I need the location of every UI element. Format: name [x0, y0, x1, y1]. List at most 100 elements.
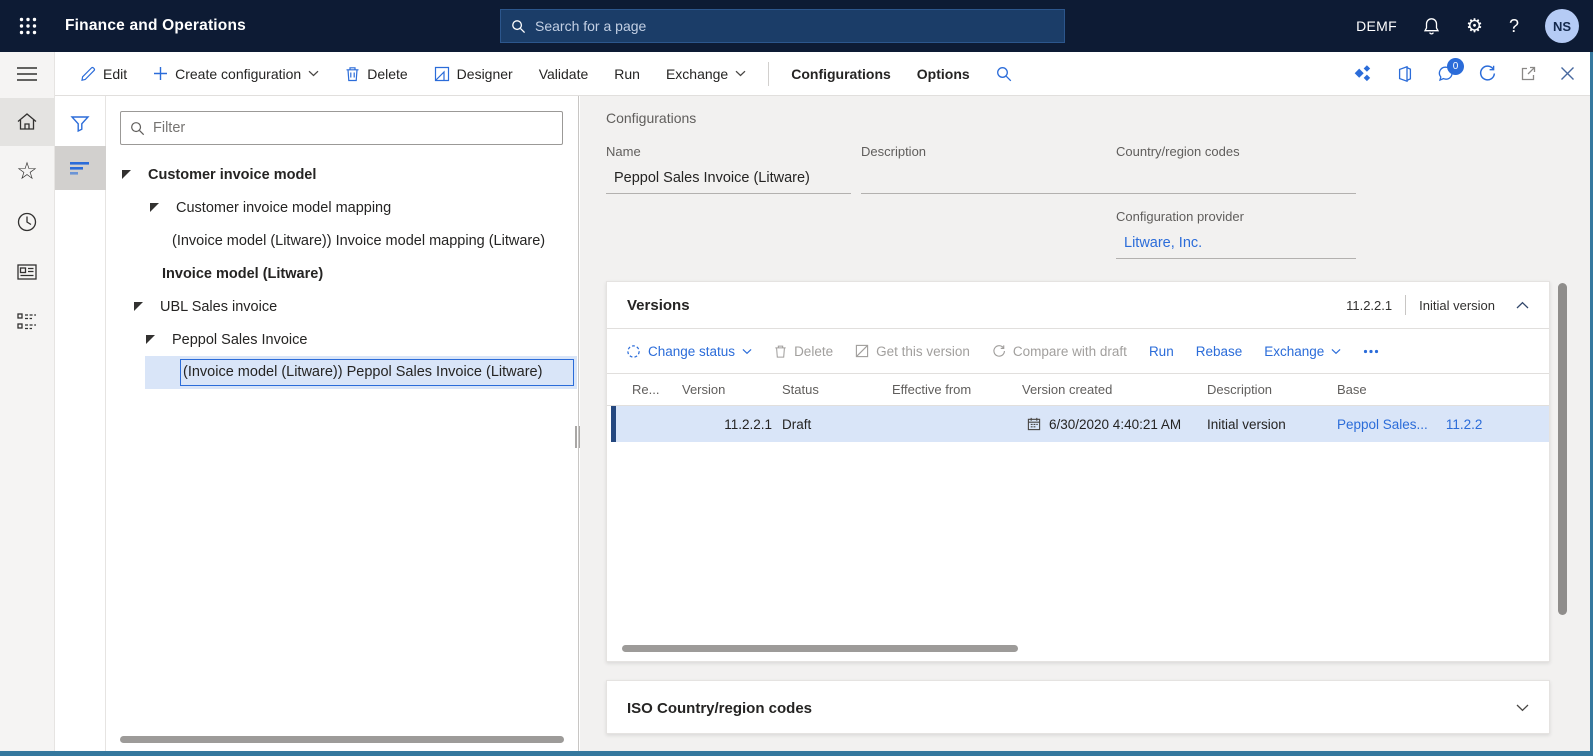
tree-item[interactable]: UBL Sales invoice [106, 290, 577, 323]
tab-options[interactable]: Options [904, 52, 983, 96]
exchange-menu-button[interactable]: Exchange [653, 52, 759, 96]
topbar-right-cluster: DEMF ⚙ ? NS [1356, 0, 1579, 52]
chevron-up-icon[interactable] [1516, 301, 1529, 309]
iso-section-header[interactable]: ISO Country/region codes [607, 681, 1549, 735]
tree-item[interactable]: Customer invoice model [106, 158, 577, 191]
page-vertical-scrollbar[interactable] [1558, 283, 1567, 615]
office-apps-icon[interactable] [1396, 65, 1414, 83]
tree-filter-input[interactable] [153, 120, 553, 136]
more-commands-icon[interactable] [1352, 329, 1390, 373]
messages-icon[interactable]: 0 [1437, 65, 1455, 83]
description-label: Description [861, 144, 1126, 159]
edit-box-icon [855, 344, 869, 358]
chevron-down-icon [735, 70, 746, 77]
tree-item-selected[interactable]: (Invoice model (Litware)) Peppol Sales I… [145, 356, 577, 389]
nav-home-icon[interactable] [0, 98, 55, 146]
app-window: Finance and Operations DEMF ⚙ ? NS [0, 0, 1593, 756]
versions-selected-status: Initial version [1419, 298, 1495, 313]
edit-button[interactable]: Edit [67, 52, 140, 96]
tree-expander-icon[interactable] [146, 335, 155, 344]
actionbar-search-icon[interactable] [983, 52, 1025, 96]
versions-grid-horizontal-scrollbar[interactable] [622, 645, 1018, 652]
column-header[interactable]: Version [682, 382, 782, 397]
calendar-icon[interactable] [1027, 417, 1041, 431]
configuration-provider-link[interactable]: Litware, Inc. [1116, 233, 1356, 259]
delete-button[interactable]: Delete [332, 52, 420, 96]
window-edge-bottom [0, 751, 1593, 756]
versions-header[interactable]: Versions 11.2.2.1 Initial version [607, 282, 1549, 329]
version-row-selected[interactable]: 11.2.2.1 Draft 6/30/2020 4:40:21 AM Init… [611, 406, 1549, 442]
nav-workspaces-icon[interactable] [0, 248, 55, 296]
description-field: Description [861, 144, 1126, 194]
compare-refresh-icon [992, 344, 1006, 358]
country-region-codes-value[interactable] [1116, 168, 1356, 194]
action-bar: Edit Create configuration Delete [55, 52, 1593, 96]
chevron-down-icon[interactable] [1516, 704, 1529, 712]
actionbar-right-icons: 0 [1354, 64, 1593, 83]
base-link[interactable]: Peppol Sales... [1337, 417, 1428, 432]
waffle-menu-icon[interactable] [0, 0, 55, 52]
rebase-button[interactable]: Rebase [1185, 329, 1254, 373]
iso-section-title: ISO Country/region codes [627, 700, 812, 717]
close-icon[interactable] [1560, 66, 1575, 81]
version-exchange-button[interactable]: Exchange [1253, 329, 1352, 373]
country-region-codes-field: Country/region codes [1116, 144, 1356, 194]
nav-favorites-star-icon[interactable]: ☆ [0, 148, 55, 196]
nav-modules-list-icon[interactable] [0, 298, 55, 346]
hamburger-menu-icon[interactable] [0, 52, 55, 96]
tree-horizontal-scrollbar[interactable] [120, 736, 564, 743]
version-created-cell: 6/30/2020 4:40:21 AM [1022, 417, 1207, 432]
description-value[interactable] [861, 168, 1126, 194]
country-region-codes-label: Country/region codes [1116, 144, 1356, 159]
name-value[interactable]: Peppol Sales Invoice (Litware) [606, 168, 851, 194]
status-cell: Draft [782, 417, 892, 432]
validate-button[interactable]: Validate [526, 52, 602, 96]
pencil-icon [80, 66, 96, 82]
tree-list-pane-icon[interactable] [55, 146, 106, 190]
run-button[interactable]: Run [601, 52, 653, 96]
chevron-down-icon [742, 348, 752, 355]
refresh-icon[interactable] [1478, 64, 1497, 83]
column-header[interactable]: Description [1207, 382, 1337, 397]
column-header[interactable]: Status [782, 382, 892, 397]
versions-header-summary: 11.2.2.1 Initial version [1346, 295, 1529, 315]
get-this-version-button[interactable]: Get this version [844, 329, 981, 373]
column-header[interactable]: Effective from [892, 382, 1022, 397]
tree-expander-icon[interactable] [150, 203, 159, 212]
user-avatar[interactable]: NS [1545, 9, 1579, 43]
filter-funnel-icon[interactable] [55, 102, 106, 146]
tree-item[interactable]: Peppol Sales Invoice [106, 323, 577, 356]
column-header[interactable]: Re... [632, 382, 682, 397]
help-icon[interactable]: ? [1509, 16, 1519, 37]
tree-item[interactable]: (Invoice model (Litware)) Invoice model … [106, 224, 577, 257]
messages-count-badge: 0 [1447, 58, 1464, 75]
version-run-button[interactable]: Run [1138, 329, 1185, 373]
tab-configurations[interactable]: Configurations [778, 52, 904, 96]
column-header[interactable]: Version created [1022, 382, 1207, 397]
column-header[interactable]: Base [1337, 382, 1529, 397]
open-in-new-window-icon[interactable] [1520, 65, 1537, 82]
tree-expander-icon[interactable] [122, 170, 131, 179]
chevron-down-icon [308, 70, 319, 77]
designer-button[interactable]: Designer [421, 52, 526, 96]
chevron-down-icon [1331, 348, 1341, 355]
tree-filter-box[interactable] [120, 111, 563, 145]
change-status-button[interactable]: Change status [615, 329, 763, 373]
versions-title: Versions [627, 297, 690, 314]
notifications-bell-icon[interactable] [1423, 17, 1440, 35]
settings-gear-icon[interactable]: ⚙ [1466, 17, 1483, 36]
tree-item[interactable]: Invoice model (Litware) [106, 257, 577, 290]
power-apps-icon[interactable] [1354, 64, 1373, 83]
version-delete-button[interactable]: Delete [763, 329, 844, 373]
page-search-box[interactable] [500, 9, 1065, 43]
company-picker[interactable]: DEMF [1356, 18, 1397, 34]
designer-square-icon [434, 66, 450, 82]
tree-expander-icon[interactable] [134, 302, 143, 311]
page-search-input[interactable] [535, 18, 1054, 34]
create-configuration-button[interactable]: Create configuration [140, 52, 332, 96]
nav-recent-clock-icon[interactable] [0, 198, 55, 246]
base-version: 11.2.2 [1446, 417, 1483, 432]
compare-with-draft-button[interactable]: Compare with draft [981, 329, 1138, 373]
app-title: Finance and Operations [65, 0, 246, 52]
tree-item[interactable]: Customer invoice model mapping [106, 191, 577, 224]
